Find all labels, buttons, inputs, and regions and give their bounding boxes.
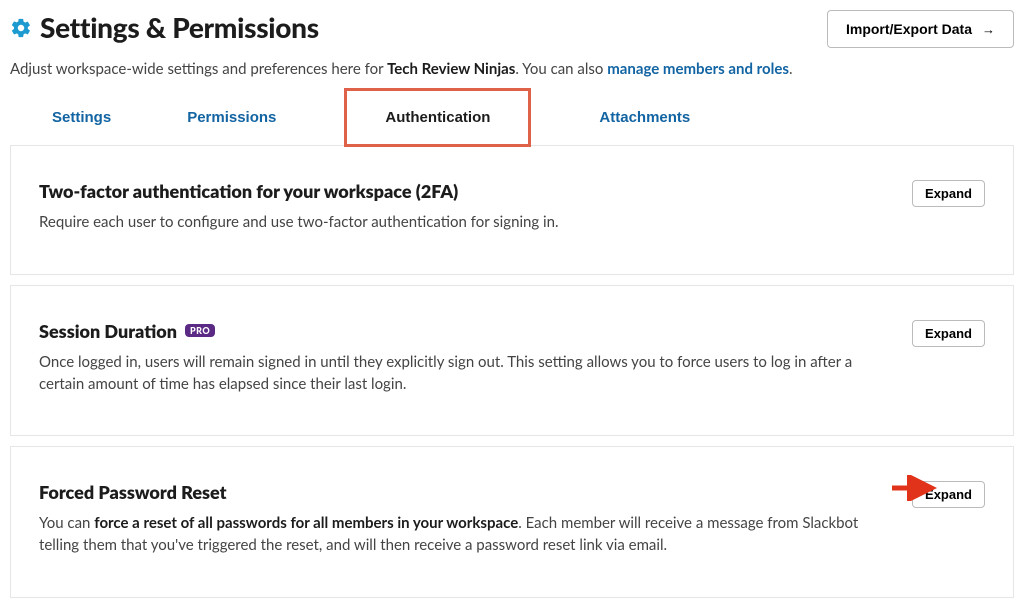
page-title: Settings & Permissions <box>40 10 319 44</box>
expand-forced-reset-button[interactable]: Expand <box>912 481 985 508</box>
section-session-duration: Session Duration PRO Once logged in, use… <box>10 285 1014 437</box>
section-forced-reset: Forced Password Reset You can force a re… <box>10 446 1014 598</box>
section-2fa-title: Two-factor authentication for your works… <box>39 180 889 202</box>
import-export-label: Import/Export Data <box>846 21 972 37</box>
page-subheading: Adjust workspace-wide settings and prefe… <box>10 60 1014 78</box>
subhead-prefix: Adjust workspace-wide settings and prefe… <box>10 60 387 78</box>
tabs-nav: Settings Permissions Authentication Atta… <box>10 98 1014 146</box>
forced-reset-desc-strong: force a reset of all passwords for all m… <box>94 514 518 532</box>
forced-reset-desc-prefix: You can <box>39 514 94 532</box>
expand-2fa-button[interactable]: Expand <box>912 180 985 207</box>
section-2fa-desc: Require each user to configure and use t… <box>39 212 859 234</box>
section-2fa: Two-factor authentication for your works… <box>10 146 1014 275</box>
section-session-title: Session Duration <box>39 320 177 342</box>
import-export-button[interactable]: Import/Export Data → <box>827 10 1014 48</box>
gear-icon <box>10 17 32 39</box>
tab-authentication[interactable]: Authentication <box>344 88 531 147</box>
section-forced-reset-desc: You can force a reset of all passwords f… <box>39 513 859 557</box>
section-forced-reset-title: Forced Password Reset <box>39 481 889 503</box>
pro-badge: PRO <box>185 324 215 337</box>
tab-settings[interactable]: Settings <box>44 98 119 145</box>
manage-members-link[interactable]: manage members and roles <box>607 60 789 78</box>
section-session-desc: Once logged in, users will remain signed… <box>39 352 859 396</box>
workspace-name: Tech Review Ninjas <box>387 60 515 78</box>
tab-permissions[interactable]: Permissions <box>179 98 284 145</box>
subhead-mid: . You can also <box>515 60 607 78</box>
arrow-right-icon: → <box>982 22 995 37</box>
subhead-suffix: . <box>789 60 793 78</box>
expand-session-button[interactable]: Expand <box>912 320 985 347</box>
tab-attachments[interactable]: Attachments <box>591 98 698 145</box>
